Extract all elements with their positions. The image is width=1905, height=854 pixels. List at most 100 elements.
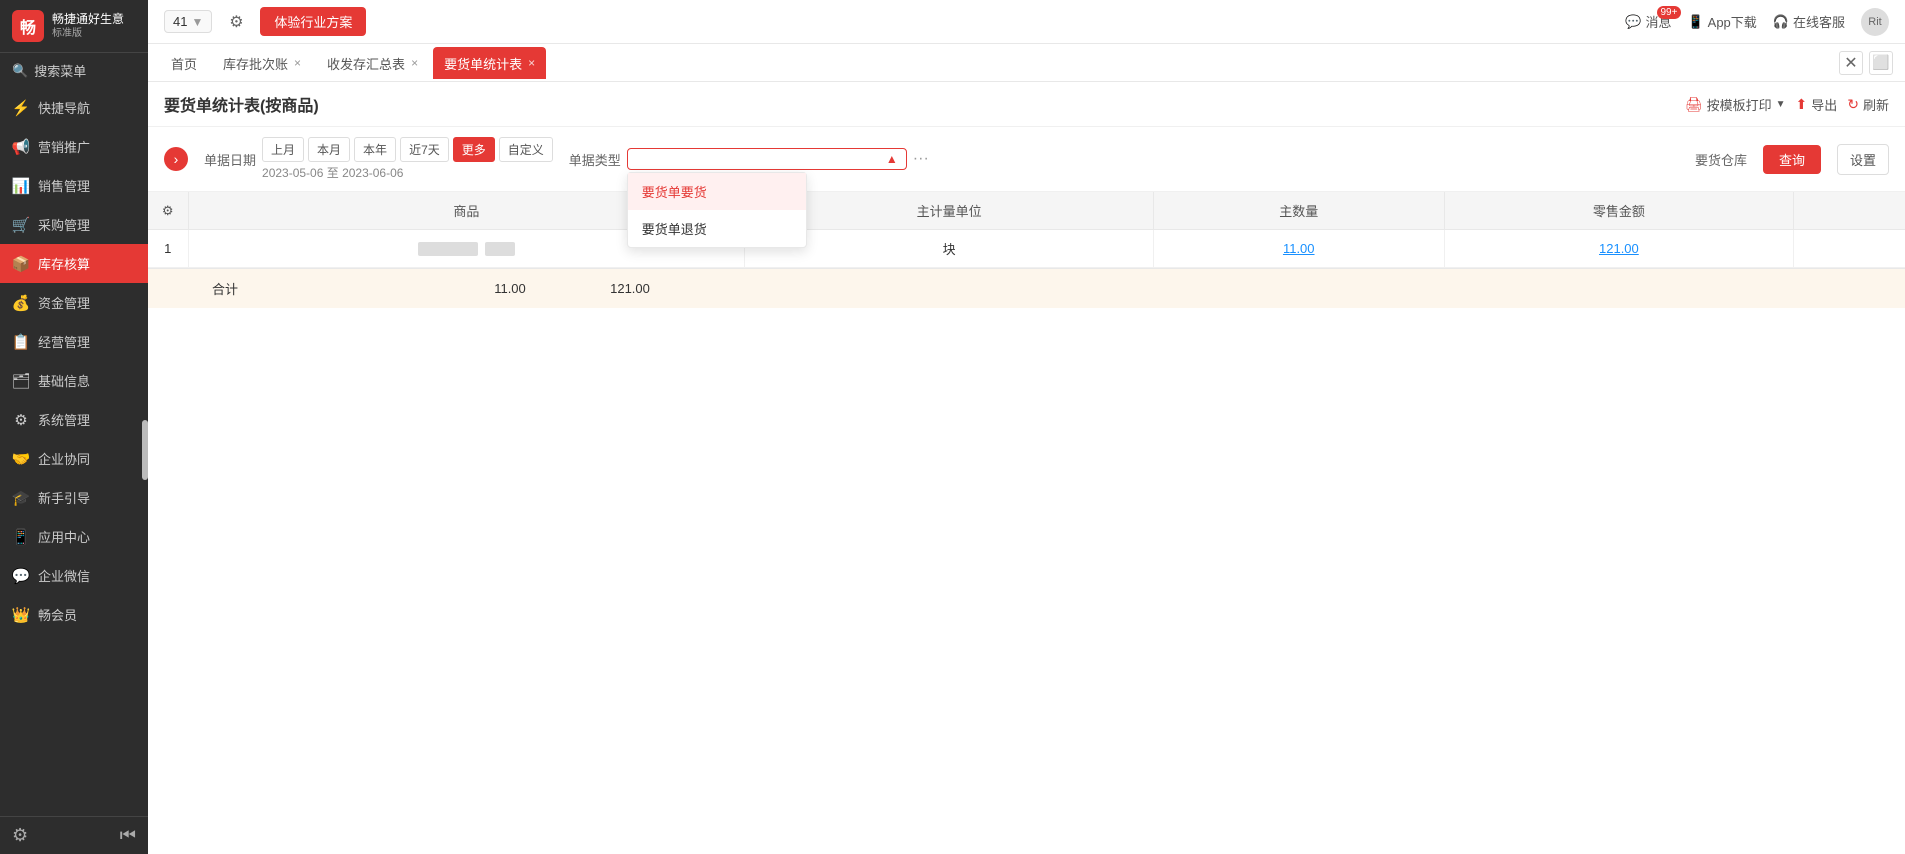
footer-label: 合计 (200, 279, 320, 298)
system-icon: ⚙ (12, 411, 30, 429)
tab-close-all-btn[interactable]: ✕ (1839, 51, 1863, 75)
sidebar-item-sales[interactable]: 📊 销售管理 (0, 166, 148, 205)
sidebar-item-shortcut[interactable]: ⚡ 快捷导航 (0, 88, 148, 127)
sidebar-item-member[interactable]: 👑 畅会员 (0, 595, 148, 634)
trial-btn[interactable]: 体验行业方案 (260, 7, 366, 36)
chevron-right-icon: › (174, 151, 179, 167)
export-icon: ⬆ (1796, 96, 1808, 113)
type-more-btn[interactable]: ··· (913, 150, 929, 168)
tab-order-stats[interactable]: 要货单统计表 × (433, 47, 546, 79)
sidebar-item-basic[interactable]: 🗂 基础信息 (0, 361, 148, 400)
sidebar-item-enterprise[interactable]: 🤝 企业协同 (0, 439, 148, 478)
refresh-btn[interactable]: ↻ 刷新 (1847, 95, 1889, 114)
filter-toggle-btn[interactable]: › (164, 147, 188, 171)
wechat-icon: 💬 (12, 567, 30, 585)
filter-settings-btn[interactable]: 设置 (1837, 144, 1889, 175)
page-content: 要货单统计表(按商品) 🖨 按模板打印 ▼ ⬆ 导出 ↻ 刷新 (148, 82, 1905, 854)
last-7-days-btn[interactable]: 近7天 (400, 137, 449, 162)
sidebar-item-apps[interactable]: 📱 应用中心 (0, 517, 148, 556)
sidebar-item-inventory[interactable]: 📦 库存核算 (0, 244, 148, 283)
sidebar-item-finance[interactable]: 💰 资金管理 (0, 283, 148, 322)
page-header-actions: 🖨 按模板打印 ▼ ⬆ 导出 ↻ 刷新 (1685, 95, 1889, 114)
tab-close-order-stats[interactable]: × (528, 56, 535, 70)
settings-footer-icon[interactable]: ⚙ (12, 825, 28, 846)
topbar-left: 41 ▼ ⚙ 体验行业方案 (164, 7, 1613, 36)
sidebar-item-system[interactable]: ⚙ 系统管理 (0, 400, 148, 439)
curr-year-btn[interactable]: 本年 (354, 137, 396, 162)
tab-receive-summary[interactable]: 收发存汇总表 × (316, 47, 429, 79)
headset-icon: 🎧 (1773, 14, 1789, 30)
cell-extra (1794, 230, 1905, 268)
th-qty: 主数量 (1153, 192, 1444, 230)
type-select[interactable]: ▲ (627, 148, 907, 170)
export-btn[interactable]: ⬆ 导出 (1796, 95, 1838, 114)
type-filter-group: 单据类型 ▲ 要货单要货 要货单退货 (569, 148, 1679, 170)
page-header: 要货单统计表(按商品) 🖨 按模板打印 ▼ ⬆ 导出 ↻ 刷新 (148, 82, 1905, 127)
tab-expand-btn[interactable]: ⬜ (1869, 51, 1893, 75)
tab-close-receive-summary[interactable]: × (411, 56, 418, 70)
th-extra (1794, 192, 1905, 230)
print-btn[interactable]: 🖨 按模板打印 ▼ (1685, 95, 1786, 114)
apps-icon: 📱 (12, 528, 30, 546)
topbar-right: 💬 消息 99+ 📱 App下载 🎧 在线客服 Rit (1625, 8, 1889, 36)
query-btn[interactable]: 查询 (1763, 145, 1821, 174)
page-title: 要货单统计表(按商品) (164, 92, 319, 116)
collapse-menu-icon[interactable]: ⏮ (120, 825, 136, 846)
enterprise-icon: 🤝 (12, 450, 30, 468)
refresh-icon: ↻ (1847, 96, 1859, 113)
sidebar-item-guide[interactable]: 🎓 新手引导 (0, 478, 148, 517)
sidebar-scroll-handle[interactable] (142, 420, 148, 480)
custom-date-btn[interactable]: 自定义 (499, 137, 553, 162)
topbar-settings-btn[interactable]: ⚙ (222, 8, 250, 36)
messages-btn[interactable]: 💬 消息 99+ (1625, 12, 1671, 31)
sidebar-item-purchase[interactable]: 🛒 采购管理 (0, 205, 148, 244)
user-avatar[interactable]: Rit (1861, 8, 1889, 36)
tab-close-inventory-batch[interactable]: × (294, 56, 301, 70)
tab-inventory-batch[interactable]: 库存批次账 × (212, 47, 312, 79)
sidebar-item-wechat[interactable]: 💬 企业微信 (0, 556, 148, 595)
sidebar-item-operations[interactable]: 📋 经营管理 (0, 322, 148, 361)
guide-icon: 🎓 (12, 489, 30, 507)
logo-text: 畅捷通好生意 标准版 (52, 12, 124, 41)
finance-icon: 💰 (12, 294, 30, 312)
operations-icon: 📋 (12, 333, 30, 351)
tab-home[interactable]: 首页 (160, 47, 208, 79)
date-filter-group: 单据日期 上月 本月 本年 近7天 更多 自定义 2023-05-06 至 20… (204, 137, 553, 181)
app-download-btn[interactable]: 📱 App下载 (1687, 12, 1756, 31)
warehouse-filter-group: 要货仓库 (1695, 150, 1747, 169)
phone-icon: 📱 (1687, 14, 1703, 30)
prev-month-btn[interactable]: 上月 (262, 137, 304, 162)
dropdown-item-return[interactable]: 要货单退货 (628, 210, 806, 247)
shortcut-icon: ⚡ (12, 99, 30, 117)
print-icon: 🖨 (1685, 96, 1703, 113)
th-settings[interactable]: ⚙ (148, 192, 188, 230)
main-content: 41 ▼ ⚙ 体验行业方案 💬 消息 99+ 📱 App下载 🎧 在线客服 (148, 0, 1905, 854)
tab-controls: ✕ ⬜ (1839, 51, 1893, 75)
online-service-btn[interactable]: 🎧 在线客服 (1773, 12, 1845, 31)
sales-icon: 📊 (12, 177, 30, 195)
branch-selector[interactable]: 41 ▼ (164, 10, 212, 33)
sidebar-item-marketing[interactable]: 📢 营销推广 (0, 127, 148, 166)
date-range-display: 2023-05-06 至 2023-06-06 (262, 164, 553, 181)
curr-month-btn[interactable]: 本月 (308, 137, 350, 162)
table-row: 1 块 11.00 121.00 (148, 230, 1905, 268)
footer-amount: 121.00 (570, 281, 690, 296)
logo-icon: 畅 (12, 10, 44, 42)
basic-icon: 🗂 (12, 372, 30, 390)
table-settings-icon: ⚙ (162, 203, 174, 218)
cell-qty: 11.00 (1153, 230, 1444, 268)
topbar: 41 ▼ ⚙ 体验行业方案 💬 消息 99+ 📱 App下载 🎧 在线客服 (148, 0, 1905, 44)
table-container: ⚙ 商品 主计量单位 主数量 零售金额 1 (148, 192, 1905, 268)
data-table: ⚙ 商品 主计量单位 主数量 零售金额 1 (148, 192, 1905, 268)
type-dropdown: 要货单要货 要货单退货 (627, 172, 807, 248)
th-amount: 零售金额 (1444, 192, 1794, 230)
table-footer: 合计 11.00 121.00 (148, 268, 1905, 308)
sidebar-search[interactable]: 🔍 搜索菜单 (0, 53, 148, 88)
date-group: 上月 本月 本年 近7天 更多 自定义 2023-05-06 至 2023-06… (262, 137, 553, 181)
tabbar: 首页 库存批次账 × 收发存汇总表 × 要货单统计表 × ✕ ⬜ (148, 44, 1905, 82)
search-icon: 🔍 (12, 63, 28, 79)
sidebar: 畅 畅捷通好生意 标准版 🔍 搜索菜单 ⚡ 快捷导航 📢 营销推广 📊 销售管理… (0, 0, 148, 854)
cell-amount: 121.00 (1444, 230, 1794, 268)
dropdown-item-order[interactable]: 要货单要货 (628, 173, 806, 210)
more-date-btn[interactable]: 更多 (453, 137, 495, 162)
